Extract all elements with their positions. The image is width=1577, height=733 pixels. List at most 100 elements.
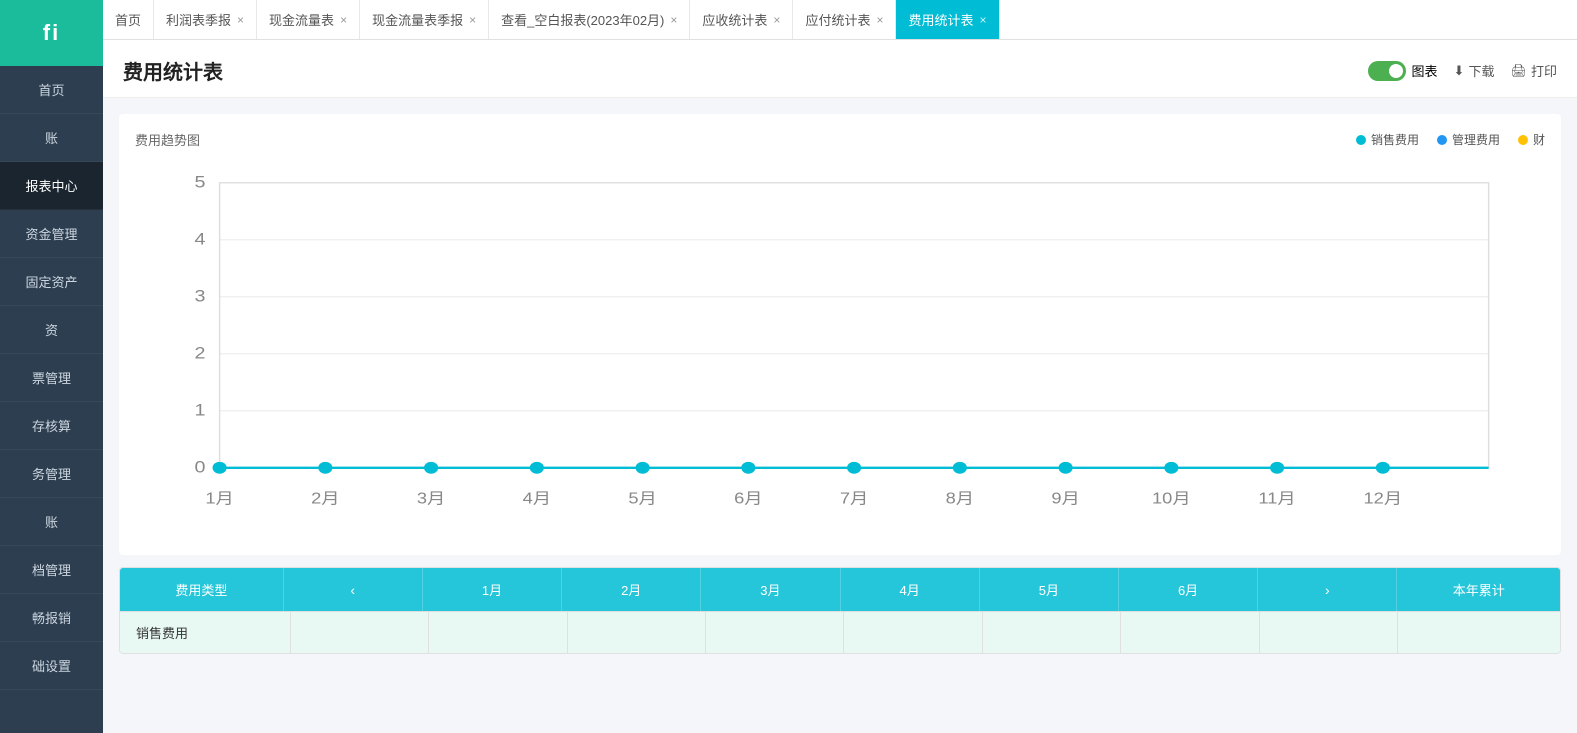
td-sales-m1 [429,612,567,653]
print-icon: 🖨 [1510,63,1527,79]
sidebar-item-invoice[interactable]: 票管理 [0,354,103,402]
td-sales-m2 [568,612,706,653]
th-nav-next[interactable]: › [1258,568,1397,611]
legend-label-finance: 财 [1533,131,1545,148]
svg-text:1: 1 [195,400,206,419]
td-sales-total [1398,612,1560,653]
td-type-sales: 销售费用 [120,612,291,653]
chart-toggle-switch[interactable] [1368,61,1406,81]
svg-text:1月: 1月 [205,490,234,507]
download-icon: ⬇ [1454,63,1465,79]
legend-item-finance: 财 [1518,131,1545,148]
sidebar-item-settings[interactable]: 础设置 [0,642,103,690]
svg-text:5月: 5月 [628,490,657,507]
tab-close-profit[interactable]: × [237,13,244,27]
svg-text:2月: 2月 [311,490,340,507]
legend-label-sales: 销售费用 [1371,131,1419,148]
tab-bar: 首页 利润表季报 × 现金流量表 × 现金流量表季报 × 查看_空白报表(202… [103,0,1577,40]
tab-home[interactable]: 首页 [103,0,154,40]
prev-arrow-icon[interactable]: ‹ [346,582,359,598]
logo: fi [0,0,103,66]
td-sales-m3 [706,612,844,653]
legend-dot-sales [1356,135,1366,145]
th-month-4: 4月 [841,568,980,611]
chart-section: 费用趋势图 销售费用 管理费用 财 [119,114,1561,555]
svg-text:8月: 8月 [946,490,975,507]
print-button[interactable]: 🖨 打印 [1510,61,1557,80]
page-header: 费用统计表 图表 ⬇ 下载 🖨 打印 [103,40,1577,98]
th-month-3: 3月 [701,568,840,611]
svg-text:6月: 6月 [734,490,763,507]
tab-profit[interactable]: 利润表季报 × [154,0,257,40]
legend-item-sales: 销售费用 [1356,131,1419,148]
svg-text:4: 4 [195,229,206,248]
chart-legend: 销售费用 管理费用 财 [1356,131,1545,148]
svg-text:10月: 10月 [1152,490,1191,507]
expense-table: 费用类型 ‹ 1月 2月 3月 4月 5月 6月 › 本年累计 销售费用 [119,567,1561,654]
legend-item-admin: 管理费用 [1437,131,1500,148]
sidebar-item-archive[interactable]: 档管理 [0,546,103,594]
tab-close-cashflow-q[interactable]: × [469,13,476,27]
tab-cashflow[interactable]: 现金流量表 × [257,0,360,40]
svg-text:3月: 3月 [417,490,446,507]
tab-expense[interactable]: 费用统计表 × [896,0,999,40]
table-row-sales: 销售费用 [120,611,1560,653]
chart-toggle-label: 图表 [1412,61,1438,80]
chart-wrapper: 5 4 3 2 1 0 [135,159,1545,539]
svg-text:2: 2 [195,343,206,362]
legend-label-admin: 管理费用 [1452,131,1500,148]
td-nav-spacer [291,612,429,653]
sidebar-item-fund[interactable]: 资金管理 [0,210,103,258]
chart-title: 费用趋势图 [135,130,200,149]
tab-close-payable[interactable]: × [876,13,883,27]
th-type: 费用类型 [120,568,284,611]
legend-dot-finance [1518,135,1528,145]
tab-cashflow-q[interactable]: 现金流量表季报 × [360,0,489,40]
sidebar-item-service[interactable]: 务管理 [0,450,103,498]
td-sales-m6 [1121,612,1259,653]
tab-close-blank[interactable]: × [670,13,677,27]
sidebar-item-account[interactable]: 账 [0,114,103,162]
next-arrow-icon[interactable]: › [1321,582,1334,598]
tab-close-expense[interactable]: × [979,13,986,27]
svg-text:0: 0 [195,457,206,476]
th-month-1: 1月 [423,568,562,611]
td-nav-spacer2 [1260,612,1398,653]
svg-text:12月: 12月 [1363,490,1402,507]
th-month-5: 5月 [980,568,1119,611]
th-year-total: 本年累计 [1397,568,1560,611]
main-area: 首页 利润表季报 × 现金流量表 × 现金流量表季报 × 查看_空白报表(202… [103,0,1577,733]
svg-text:4月: 4月 [523,490,552,507]
page-title: 费用统计表 [123,56,223,85]
header-actions: 图表 ⬇ 下载 🖨 打印 [1368,61,1557,81]
content-area: 费用统计表 图表 ⬇ 下载 🖨 打印 费用趋势图 [103,40,1577,733]
sidebar-item-fixed-assets[interactable]: 固定资产 [0,258,103,306]
chart-toggle-group[interactable]: 图表 [1368,61,1438,81]
tab-close-receivable[interactable]: × [773,13,780,27]
svg-text:9月: 9月 [1051,490,1080,507]
th-month-6: 6月 [1119,568,1258,611]
line-chart: 5 4 3 2 1 0 [135,159,1545,539]
download-button[interactable]: ⬇ 下载 [1454,61,1495,80]
td-sales-m5 [983,612,1121,653]
svg-text:7月: 7月 [840,490,869,507]
sidebar-item-writeoff[interactable]: 畅报销 [0,594,103,642]
sidebar-item-home[interactable]: 首页 [0,66,103,114]
sidebar: fi 首页 账 报表中心 资金管理 固定资产 资 票管理 存核算 务管理 账 档… [0,0,103,733]
tab-payable-stat[interactable]: 应付统计表 × [793,0,896,40]
sidebar-item-report-center[interactable]: 报表中心 [0,162,103,210]
sidebar-item-capital[interactable]: 资 [0,306,103,354]
sidebar-item-payable[interactable]: 账 [0,498,103,546]
svg-text:5: 5 [195,172,206,191]
svg-text:11月: 11月 [1258,490,1295,507]
tab-close-cashflow[interactable]: × [340,13,347,27]
tab-receivable[interactable]: 应收统计表 × [690,0,793,40]
table-header: 费用类型 ‹ 1月 2月 3月 4月 5月 6月 › 本年累计 [120,568,1560,611]
tab-blank-report[interactable]: 查看_空白报表(2023年02月) × [489,0,690,40]
th-month-2: 2月 [562,568,701,611]
svg-text:3: 3 [195,286,206,305]
sidebar-item-inventory[interactable]: 存核算 [0,402,103,450]
th-nav-prev[interactable]: ‹ [284,568,423,611]
td-sales-m4 [844,612,982,653]
chart-header: 费用趋势图 销售费用 管理费用 财 [135,130,1545,149]
